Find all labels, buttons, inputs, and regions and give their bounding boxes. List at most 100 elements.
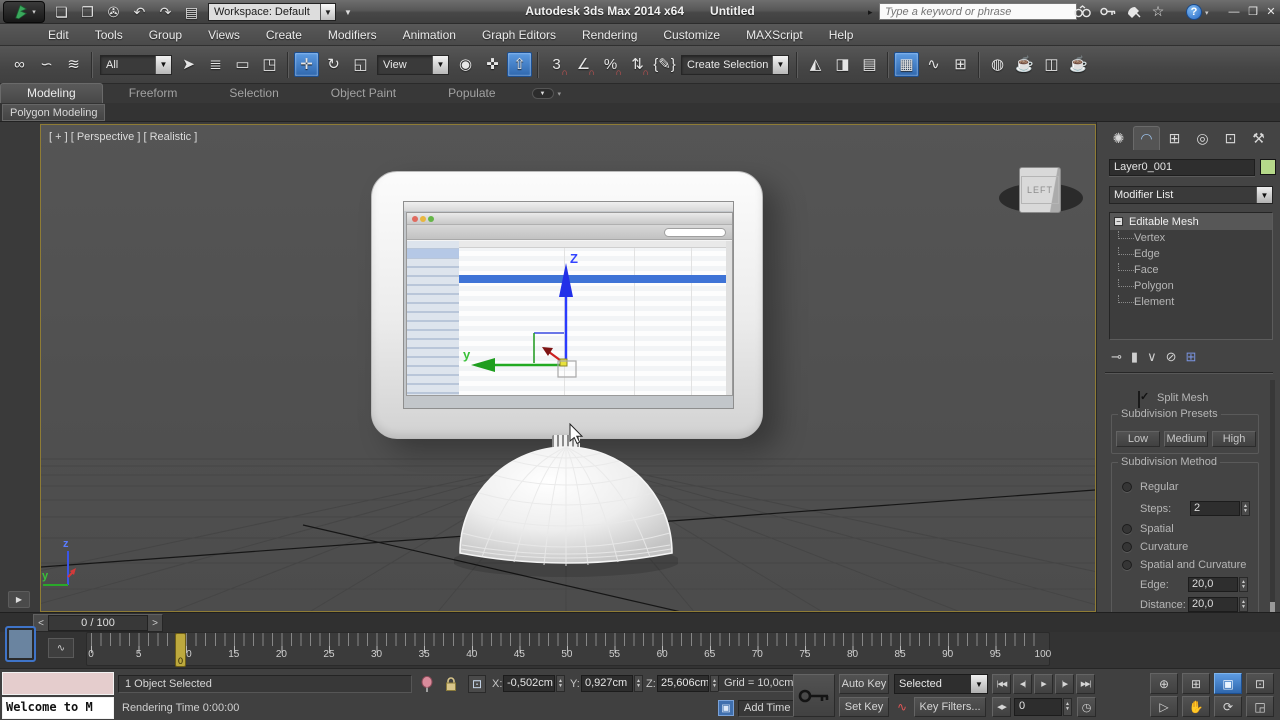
object-color-swatch[interactable] [1260, 159, 1276, 175]
stack-subobject-item[interactable]: Vertex [1110, 230, 1272, 246]
mirror-icon[interactable]: ◭ [803, 52, 828, 77]
zoom-extents-all-icon[interactable]: ⊡ [1246, 673, 1274, 694]
angle-snap-icon[interactable]: ∠ ∩ [571, 52, 596, 77]
spinner-snap-icon[interactable]: ⇅ ∩ [625, 52, 650, 77]
select-and-manipulate-icon[interactable]: ✜ [480, 52, 505, 77]
key-mode-toggle-icon[interactable]: ◀▶ [992, 697, 1011, 717]
motion-tab-icon[interactable]: ◎ [1189, 126, 1216, 150]
key-filters-button[interactable]: Key Filters... [914, 697, 986, 717]
named-selection-sets-icon[interactable]: {✎} [652, 52, 677, 77]
manage-layers-icon[interactable]: ▤ [857, 52, 882, 77]
pan-icon[interactable]: ✋ [1182, 696, 1210, 717]
distance-spinner[interactable]: ▲ ▼ [1239, 597, 1248, 612]
stack-item-editable-mesh[interactable]: − Editable Mesh [1110, 213, 1272, 230]
select-object-icon[interactable]: ➤ [176, 52, 201, 77]
polygon-modeling-panel-tab[interactable]: Polygon Modeling [2, 104, 106, 121]
current-frame-field[interactable]: 0 [1014, 698, 1062, 716]
x-coordinate-field[interactable]: -0,502cm [503, 675, 555, 692]
y-spinner[interactable]: ▲ ▼ [634, 675, 643, 692]
help-caret-icon[interactable]: ▾ [1205, 9, 1209, 17]
next-frame-nudge-button[interactable]: > [148, 615, 162, 631]
steps-field[interactable]: 2 [1190, 501, 1240, 516]
set-keys-button[interactable] [793, 674, 835, 717]
select-and-move-icon[interactable]: ✛ [294, 52, 319, 77]
menu-item[interactable]: Help [829, 28, 854, 42]
help-icon[interactable]: ? [1186, 4, 1202, 20]
percent-snap-icon[interactable]: % ∩ [598, 52, 623, 77]
time-tag-icon[interactable]: ▣ [718, 700, 734, 716]
dropdown-arrow-icon[interactable]: ▼ [1256, 187, 1272, 203]
go-to-end-icon[interactable]: ▶▶| [1076, 674, 1095, 694]
dome-base-model[interactable] [454, 439, 678, 589]
stack-subobject-item[interactable]: Polygon [1110, 278, 1272, 294]
selected-track-set-dropdown[interactable]: Selected ▼ [894, 674, 988, 694]
stack-subobject-item[interactable]: Face [1110, 262, 1272, 278]
named-selection-set-dropdown[interactable]: Create Selection Se ▼ [681, 54, 789, 75]
render-setup-icon[interactable]: ☕ [1012, 52, 1037, 77]
time-slider[interactable]: < 0 / 100 > [33, 614, 163, 632]
display-tab-icon[interactable]: ⊡ [1217, 126, 1244, 150]
ribbon-tab[interactable]: Populate [422, 84, 521, 103]
zoom-extents-icon[interactable]: ▣ [1214, 673, 1242, 694]
snaps-toggle-3d-icon[interactable]: 3 ∩ [544, 52, 569, 77]
search-binoculars-icon[interactable] [1072, 3, 1092, 20]
curvature-radio[interactable] [1122, 542, 1132, 552]
schematic-view-icon[interactable]: ⊞ [948, 52, 973, 77]
menu-item[interactable]: MAXScript [746, 28, 803, 42]
z-coordinate-field[interactable]: 25,606cm [657, 675, 709, 692]
sign-in-key-icon[interactable] [1098, 3, 1118, 20]
dropdown-arrow-icon[interactable]: ▼ [971, 675, 987, 693]
preset-button[interactable]: High [1212, 431, 1256, 447]
menu-item[interactable]: Tools [95, 28, 123, 42]
maxscript-listener-line[interactable]: Welcome to M [2, 697, 114, 719]
menu-item[interactable]: Graph Editors [482, 28, 556, 42]
select-and-rotate-icon[interactable]: ↻ [321, 52, 346, 77]
x-spinner[interactable]: ▲ ▼ [556, 675, 565, 692]
save-file-icon[interactable]: ✇ [104, 2, 123, 21]
menu-item[interactable]: Views [208, 28, 240, 42]
key-tangents-icon[interactable]: ∿ [894, 700, 910, 715]
curve-editor-icon[interactable]: ∿ [921, 52, 946, 77]
select-and-link-icon[interactable]: ∞ [7, 52, 32, 77]
viewcube[interactable]: LEFT [1019, 167, 1061, 213]
viewcube-face-label[interactable]: LEFT [1020, 176, 1059, 204]
menu-item[interactable]: Modifiers [328, 28, 377, 42]
communication-center-icon[interactable] [1124, 3, 1144, 20]
modifier-stack[interactable]: − Editable Mesh Vertex Edge Face Polygon… [1109, 212, 1273, 340]
go-to-start-icon[interactable]: |◀◀ [992, 674, 1011, 694]
render-production-icon[interactable]: ☕ [1066, 52, 1091, 77]
utilities-tab-icon[interactable]: ⚒ [1245, 126, 1272, 150]
viewport-layout-tabs-button[interactable]: ▶ [8, 591, 30, 608]
object-name-field[interactable]: Layer0_001 [1109, 159, 1255, 176]
ribbon-tab[interactable]: Freeform [103, 84, 204, 103]
configure-modifier-sets-icon[interactable]: ⊞ [1185, 349, 1196, 365]
pin-stack-icon[interactable]: ⊸ [1111, 349, 1122, 365]
menu-item[interactable]: Rendering [582, 28, 637, 42]
window-crossing-icon[interactable]: ◳ [257, 52, 282, 77]
create-tab-icon[interactable]: ✺ [1105, 126, 1132, 150]
infocenter-collapse-icon[interactable]: ▸ [868, 7, 873, 18]
move-gizmo[interactable]: Z y [441, 235, 621, 385]
ribbon-minimize-button[interactable]: ▼ [531, 88, 554, 99]
selection-lock-icon[interactable] [444, 676, 458, 692]
maximize-viewport-icon[interactable]: ◲ [1246, 696, 1274, 717]
reference-coordinate-dropdown[interactable]: View ▼ [377, 54, 449, 75]
time-configuration-icon[interactable]: ◷ [1077, 697, 1096, 717]
absolute-offset-toggle-icon[interactable]: ⊡ [468, 675, 486, 693]
menu-item[interactable]: Edit [48, 28, 69, 42]
ribbon-tab[interactable]: Object Paint [305, 84, 422, 103]
menu-item[interactable]: Group [149, 28, 182, 42]
next-frame-icon[interactable]: |▶ [1055, 674, 1074, 694]
select-and-scale-icon[interactable]: ◱ [348, 52, 373, 77]
preset-button[interactable]: Low [1116, 431, 1160, 447]
dropdown-arrow-icon[interactable]: ▼ [432, 55, 448, 74]
favorites-star-icon[interactable]: ☆ [1148, 3, 1168, 20]
distance-field[interactable]: 20,0 [1188, 597, 1238, 612]
workspace-dropdown[interactable]: Workspace: Default ▼ [208, 3, 336, 21]
spatial-radio[interactable] [1122, 524, 1132, 534]
workspace-dropdown-arrow-icon[interactable]: ▼ [320, 4, 335, 20]
stack-subobject-item[interactable]: Edge [1110, 246, 1272, 262]
set-key-button[interactable]: Set Key [839, 697, 889, 717]
regular-radio[interactable] [1122, 482, 1132, 492]
auto-key-button[interactable]: Auto Key [839, 674, 889, 694]
